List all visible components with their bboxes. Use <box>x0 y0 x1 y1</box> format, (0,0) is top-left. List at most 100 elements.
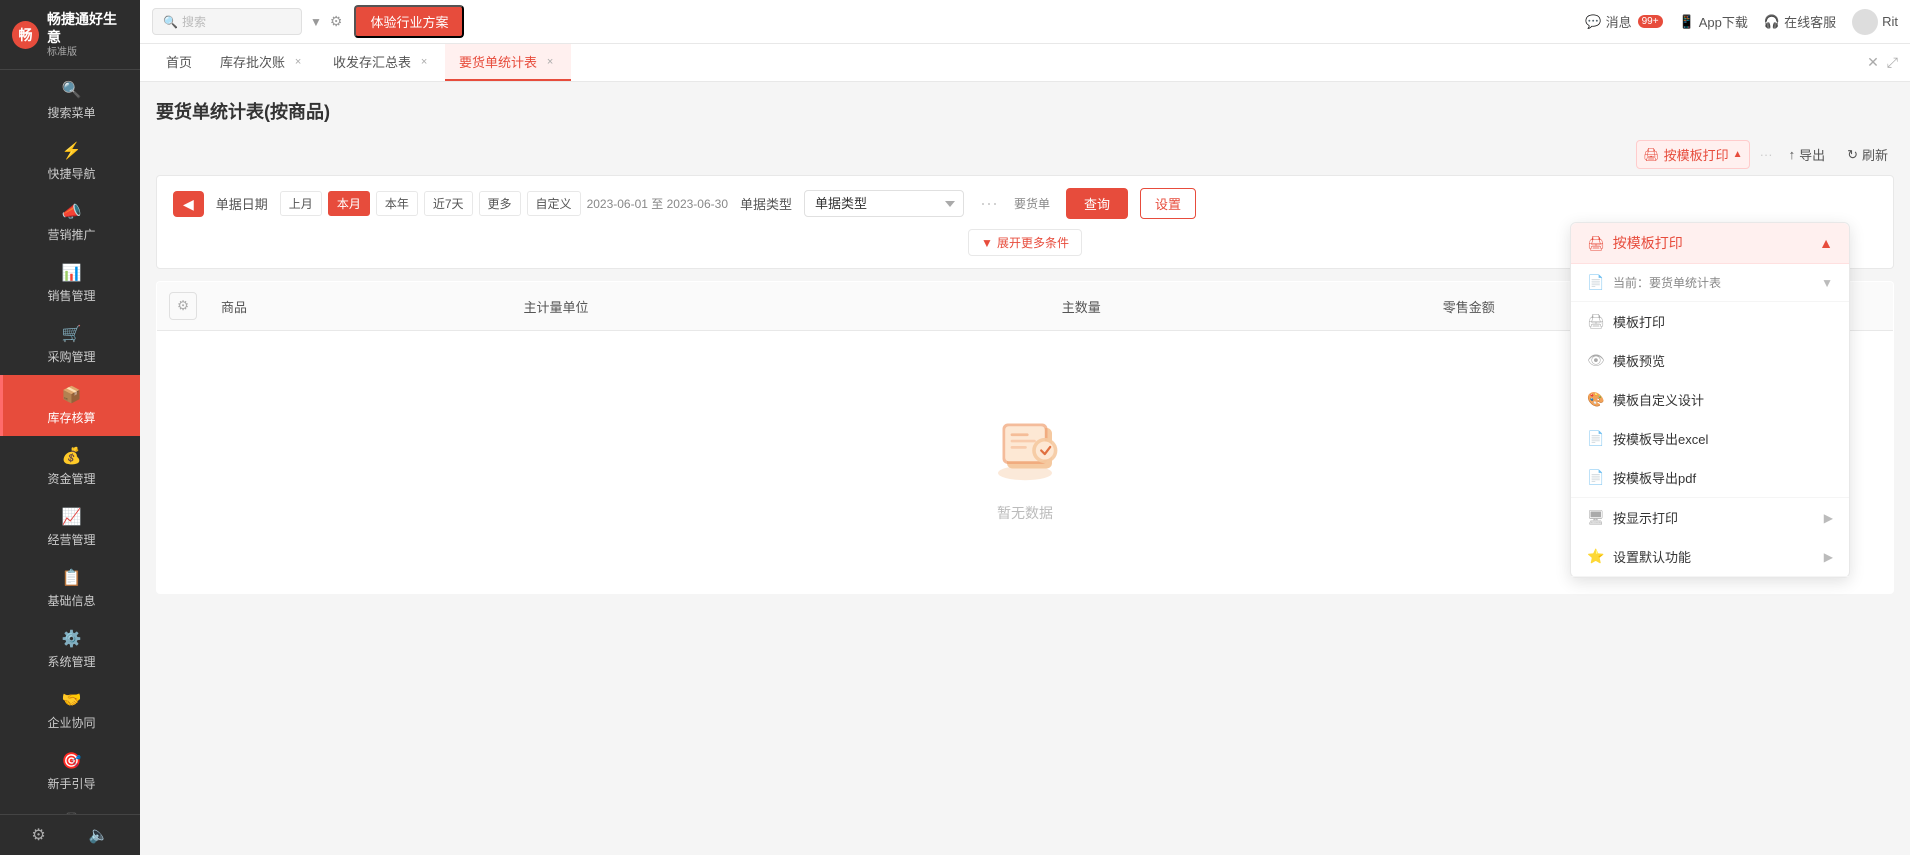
tab-close-order-summary[interactable]: × <box>543 55 557 69</box>
template-print-icon: 🖨 <box>1587 313 1603 330</box>
dropdown-default-func[interactable]: ⭐ 设置默认功能 ▶ <box>1571 537 1849 576</box>
sidebar-item-newguide[interactable]: 🎯 新手引导 <box>0 741 140 802</box>
dropdown-up-arrow[interactable]: ▲ <box>1819 235 1833 251</box>
dropdown-display-print[interactable]: 🖥 按显示打印 ▶ <box>1571 498 1849 537</box>
industry-btn[interactable]: 体验行业方案 <box>354 5 464 38</box>
app-download-btn[interactable]: 📱 App下载 <box>1679 12 1748 31</box>
sound-footer-btn[interactable]: 🔈 <box>89 825 109 845</box>
online-service-btn[interactable]: 🎧 在线客服 <box>1764 12 1836 31</box>
dropdown-header-btns: ▲ <box>1819 235 1833 251</box>
export-btn[interactable]: ↑ 导出 <box>1783 141 1832 168</box>
date-this-month-btn[interactable]: 本月 <box>328 191 370 216</box>
settings-btn[interactable]: 设置 <box>1140 188 1196 219</box>
current-arrow-icon: ▼ <box>1821 276 1833 290</box>
sales-icon: 📊 <box>62 263 82 283</box>
logo-icon: 畅 <box>12 21 39 49</box>
sidebar-item-sales[interactable]: 📊 销售管理 <box>0 253 140 314</box>
date-group: 上月 本月 本年 近7天 更多 自定义 2023-06-01 至 2023-06… <box>280 191 728 216</box>
filter-collapse-btn[interactable]: ◀ <box>173 191 204 217</box>
table-col-settings: ⚙ <box>157 282 210 331</box>
dropdown-template-preview[interactable]: 👁 模板预览 <box>1571 341 1849 380</box>
user-area[interactable]: Rit <box>1852 9 1898 35</box>
date-more-btn[interactable]: 更多 <box>479 191 521 216</box>
dropdown-export-excel[interactable]: 📄 按模板导出excel <box>1571 419 1849 458</box>
sidebar-item-system[interactable]: ⚙️ 系统管理 <box>0 619 140 680</box>
tab-close-collection-summary[interactable]: × <box>417 55 431 69</box>
topbar-right: 💬 消息 99+ 📱 App下载 🎧 在线客服 Rit <box>1585 9 1898 35</box>
tab-home[interactable]: 首页 <box>152 44 206 81</box>
action-bar-top: 🖨 按模板打印 ▲ ··· ↑ 导出 ↻ 刷新 <box>156 140 1894 169</box>
type-filter-label: 单据类型 <box>740 194 792 213</box>
sidebar-item-collab[interactable]: 🤝 企业协同 <box>0 680 140 741</box>
topbar: 🔍 搜索 ▼ ⚙ 体验行业方案 💬 消息 99+ 📱 App下载 🎧 在线客服 … <box>140 0 1910 44</box>
page-title: 要货单统计表(按商品) <box>156 98 1894 124</box>
tab-collection-summary[interactable]: 收发存汇总表 × <box>319 44 445 81</box>
collab-icon: 🤝 <box>62 690 82 710</box>
page-content: 要货单统计表(按商品) 🖨 按模板打印 ▲ ··· ↑ 导出 ↻ 刷新 ◀ 单据… <box>140 82 1910 855</box>
sidebar-item-basic[interactable]: 📋 基础信息 <box>0 558 140 619</box>
table-settings-btn[interactable]: ⚙ <box>169 292 197 320</box>
filter-row-1: ◀ 单据日期 上月 本月 本年 近7天 更多 自定义 2023-06-01 至 … <box>173 188 1877 219</box>
date-last-month-btn[interactable]: 上月 <box>280 191 322 216</box>
sidebar-item-operations[interactable]: 📈 经营管理 <box>0 497 140 558</box>
avatar <box>1852 9 1878 35</box>
dropdown-title-area: 🖨 按模板打印 <box>1587 233 1683 253</box>
date-range-display: 2023-06-01 至 2023-06-30 <box>587 195 728 212</box>
newguide-icon: 🎯 <box>62 751 82 771</box>
print-template-btn[interactable]: 🖨 按模板打印 ▲ <box>1636 140 1749 169</box>
tab-batch-account[interactable]: 库存批次账 × <box>206 44 319 81</box>
sidebar-item-inventory[interactable]: 📦 库存核算 <box>0 375 140 436</box>
messages-btn[interactable]: 💬 消息 99+ <box>1585 12 1662 31</box>
tab-close-batch-account[interactable]: × <box>291 55 305 69</box>
printer-icon: 🖨 <box>1643 147 1660 163</box>
expand-window-btn[interactable]: ⤢ <box>1887 54 1898 71</box>
logo-text: 畅捷通好生意 标准版 <box>47 10 128 59</box>
logo-area: 畅 畅捷通好生意 标准版 <box>0 0 140 70</box>
dropdown-export-pdf[interactable]: 📄 按模板导出pdf <box>1571 458 1849 497</box>
refresh-icon: ↻ <box>1847 147 1858 163</box>
sidebar-item-finance[interactable]: 💰 资金管理 <box>0 436 140 497</box>
refresh-btn[interactable]: ↻ 刷新 <box>1841 141 1894 168</box>
export-excel-icon: 📄 <box>1587 430 1603 447</box>
default-func-icon: ⭐ <box>1587 548 1603 565</box>
current-template-icon: 📄 <box>1587 274 1603 291</box>
dropdown-current-template[interactable]: 📄 当前：要货单统计表 ▼ <box>1571 264 1849 301</box>
type-filter-select[interactable]: 单据类型 <box>804 190 964 217</box>
topbar-search[interactable]: 🔍 搜索 <box>152 8 302 35</box>
search-icon: 🔍 <box>62 80 82 100</box>
table-col-quantity: 主数量 <box>1050 282 1431 331</box>
table-col-unit: 主计量单位 <box>511 282 1049 331</box>
sidebar-item-appcenter[interactable]: 📱 应用中心 <box>0 802 140 814</box>
date-this-year-btn[interactable]: 本年 <box>376 191 418 216</box>
basic-icon: 📋 <box>62 568 82 588</box>
template-design-icon: 🎨 <box>1587 391 1603 408</box>
expand-conditions-btn[interactable]: ▼ 展开更多条件 <box>968 229 1082 256</box>
sidebar-footer: ⚙ 🔈 <box>0 814 140 855</box>
messages-icon: 💬 <box>1585 14 1601 30</box>
settings-footer-btn[interactable]: ⚙ <box>31 825 45 845</box>
topbar-gear-icon[interactable]: ⚙ <box>330 13 343 30</box>
expand-icon: ▼ <box>981 236 993 250</box>
purchase-icon: 🛒 <box>62 324 82 344</box>
sidebar-item-search[interactable]: 🔍 搜索菜单 <box>0 70 140 131</box>
table-col-product: 商品 <box>209 282 511 331</box>
order-filter-label: 要货单 <box>1014 195 1050 212</box>
query-btn[interactable]: 查询 <box>1066 188 1128 219</box>
sidebar-item-marketing[interactable]: 📣 营销推广 <box>0 192 140 253</box>
topbar-dropdown-arrow[interactable]: ▼ <box>310 15 322 29</box>
dropdown-template-print[interactable]: 🖨 模板打印 <box>1571 302 1849 341</box>
empty-text: 暂无数据 <box>997 503 1053 523</box>
date-7days-btn[interactable]: 近7天 <box>424 191 473 216</box>
close-window-btn[interactable]: ✕ <box>1867 54 1879 71</box>
display-print-arrow: ▶ <box>1824 511 1833 525</box>
dropdown-template-design[interactable]: 🎨 模板自定义设计 <box>1571 380 1849 419</box>
display-print-icon: 🖥 <box>1587 509 1603 526</box>
inventory-icon: 📦 <box>62 385 82 405</box>
sidebar-item-quicknav[interactable]: ⚡ 快捷导航 <box>0 131 140 192</box>
sidebar-nav: 🔍 搜索菜单 ⚡ 快捷导航 📣 营销推广 📊 销售管理 🛒 采购管理 📦 库存核… <box>0 70 140 814</box>
sidebar-item-purchase[interactable]: 🛒 采购管理 <box>0 314 140 375</box>
date-custom-btn[interactable]: 自定义 <box>527 191 581 216</box>
sidebar: 畅 畅捷通好生意 标准版 🔍 搜索菜单 ⚡ 快捷导航 📣 营销推广 📊 销售管理… <box>0 0 140 855</box>
quicknav-icon: ⚡ <box>62 141 82 161</box>
tab-order-summary[interactable]: 要货单统计表 × <box>445 44 571 81</box>
